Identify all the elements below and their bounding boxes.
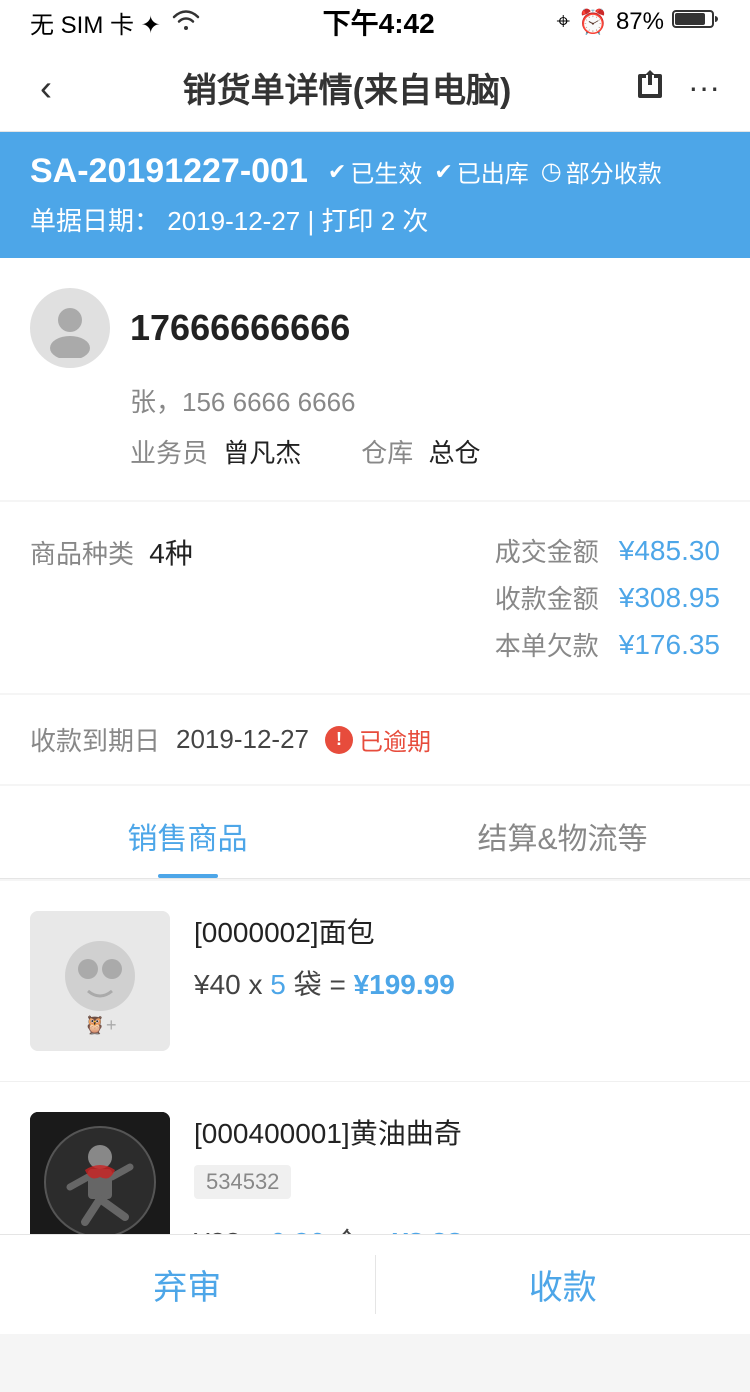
page-title: 销货单详情(来自电脑) [183, 63, 512, 112]
summary-amounts: 成交金额 ¥485.30 收款金额 ¥308.95 本单欠款 ¥176.35 [495, 532, 720, 663]
received-amount-label: 收款金额 [495, 579, 599, 616]
confirm-button[interactable]: 收款 [376, 1235, 750, 1334]
deal-amount-label: 成交金额 [495, 532, 599, 569]
product-qty-1: 5 [270, 969, 286, 1000]
avatar [30, 288, 110, 368]
alarm-icon: ⏰ [578, 8, 608, 37]
owed-amount-label: 本单欠款 [495, 626, 599, 663]
product-info-1: [0000002]面包 ¥40 x 5 袋 = ¥199.99 [194, 911, 720, 1003]
date-label: 单据日期： [30, 206, 160, 236]
cancel-button[interactable]: 弃审 [0, 1235, 375, 1334]
order-header: SA-20191227-001 ✔ 已生效 ✔ 已出库 ◷ 部分收款 单据日期：… [0, 132, 750, 258]
due-date-section: 收款到期日 2019-12-27 ! 已逾期 [0, 695, 750, 784]
received-amount-value: ¥308.95 [619, 582, 720, 614]
battery-icon [672, 7, 720, 38]
print-suffix: 次 [402, 206, 428, 236]
category-label: 商品种类 [30, 539, 134, 569]
overdue-text: 已逾期 [359, 722, 431, 757]
product-sku-wrapper: 534532 [194, 1164, 720, 1211]
check-icon-1: ✔ [328, 159, 346, 185]
sales-rep-label: 业务员 [130, 438, 208, 468]
clock-icon: ◷ [541, 157, 562, 186]
tabs-section: 销售商品 结算&物流等 [0, 786, 750, 879]
print-label: | 打印 [307, 206, 373, 236]
product-price-1: ¥40 x 5 袋 = ¥199.99 [194, 963, 720, 1003]
product-list: 🦉+ [0000002]面包 ¥40 x 5 袋 = ¥199.99 [0, 881, 750, 1292]
summary-section: 商品种类 4种 成交金额 ¥485.30 收款金额 ¥308.95 本单欠款 ¥… [0, 502, 750, 693]
due-date-label: 收款到期日 [30, 721, 160, 758]
sim-text: 无 SIM 卡 ✦ [30, 5, 161, 40]
sales-rep-value: 曾凡杰 [223, 438, 301, 468]
owed-amount-value: ¥176.35 [619, 629, 720, 661]
more-button[interactable]: ··· [688, 69, 720, 106]
warehouse-label: 仓库 [361, 438, 413, 468]
received-amount-row: 收款金额 ¥308.95 [495, 579, 720, 616]
product-name-1: [0000002]面包 [194, 911, 720, 951]
product-total-1: ¥199.99 [354, 969, 455, 1000]
product-sku-2: 534532 [194, 1165, 291, 1199]
customer-meta: 业务员 曾凡杰 仓库 总仓 [130, 433, 720, 470]
sales-rep: 业务员 曾凡杰 [130, 433, 301, 470]
deal-amount-value: ¥485.30 [619, 535, 720, 567]
nav-actions: ··· [632, 66, 720, 110]
category-value: 4种 [149, 538, 193, 569]
tab-products[interactable]: 销售商品 [0, 786, 375, 878]
overdue-badge: ! 已逾期 [325, 722, 431, 757]
bottom-bar: 弃审 收款 [0, 1234, 750, 1334]
warehouse-value: 总仓 [429, 438, 481, 468]
nav-bar: ‹ 销货单详情(来自电脑) ··· [0, 44, 750, 132]
customer-name-phone: 张，156 6666 6666 [130, 382, 720, 419]
status-shipped: ✔ 已出库 [434, 154, 528, 189]
status-right: ⌖ ⏰ 87% [557, 7, 720, 38]
status-time: 下午4:42 [323, 2, 435, 42]
status-tags: ✔ 已生效 ✔ 已出库 ◷ 部分收款 [328, 154, 662, 189]
deal-amount-row: 成交金额 ¥485.30 [495, 532, 720, 569]
product-category: 商品种类 4种 [30, 532, 193, 572]
order-date-row: 单据日期： 2019-12-27 | 打印 2 次 [30, 201, 720, 238]
status-left: 无 SIM 卡 ✦ [30, 5, 201, 40]
tab-settlement[interactable]: 结算&物流等 [375, 786, 750, 878]
product-image-2: diamond whale [30, 1112, 170, 1252]
overdue-icon: ! [325, 726, 353, 754]
warehouse: 仓库 总仓 [361, 433, 480, 470]
back-button[interactable]: ‹ [30, 57, 62, 119]
location-icon: ⌖ [557, 8, 571, 36]
status-partial-payment: ◷ 部分收款 [541, 154, 662, 189]
status-bar: 无 SIM 卡 ✦ 下午4:42 ⌖ ⏰ 87% [0, 0, 750, 44]
customer-phone: 17666666666 [130, 307, 350, 349]
status-effective: ✔ 已生效 [328, 154, 422, 189]
owed-amount-row: 本单欠款 ¥176.35 [495, 626, 720, 663]
customer-section: 17666666666 张，156 6666 6666 业务员 曾凡杰 仓库 总… [0, 258, 750, 500]
check-icon-2: ✔ [434, 159, 452, 185]
order-id: SA-20191227-001 [30, 152, 308, 191]
battery-text: 87% [616, 8, 664, 36]
svg-text:🦉+: 🦉+ [84, 1015, 117, 1035]
product-name-2: [000400001]黄油曲奇 [194, 1112, 720, 1152]
product-image-1: 🦉+ [30, 911, 170, 1051]
product-item: 🦉+ [0000002]面包 ¥40 x 5 袋 = ¥199.99 [0, 881, 750, 1082]
due-date-value: 2019-12-27 [176, 724, 309, 755]
wifi-icon [171, 8, 201, 37]
share-button[interactable] [632, 66, 668, 110]
date-value: 2019-12-27 [167, 206, 300, 236]
